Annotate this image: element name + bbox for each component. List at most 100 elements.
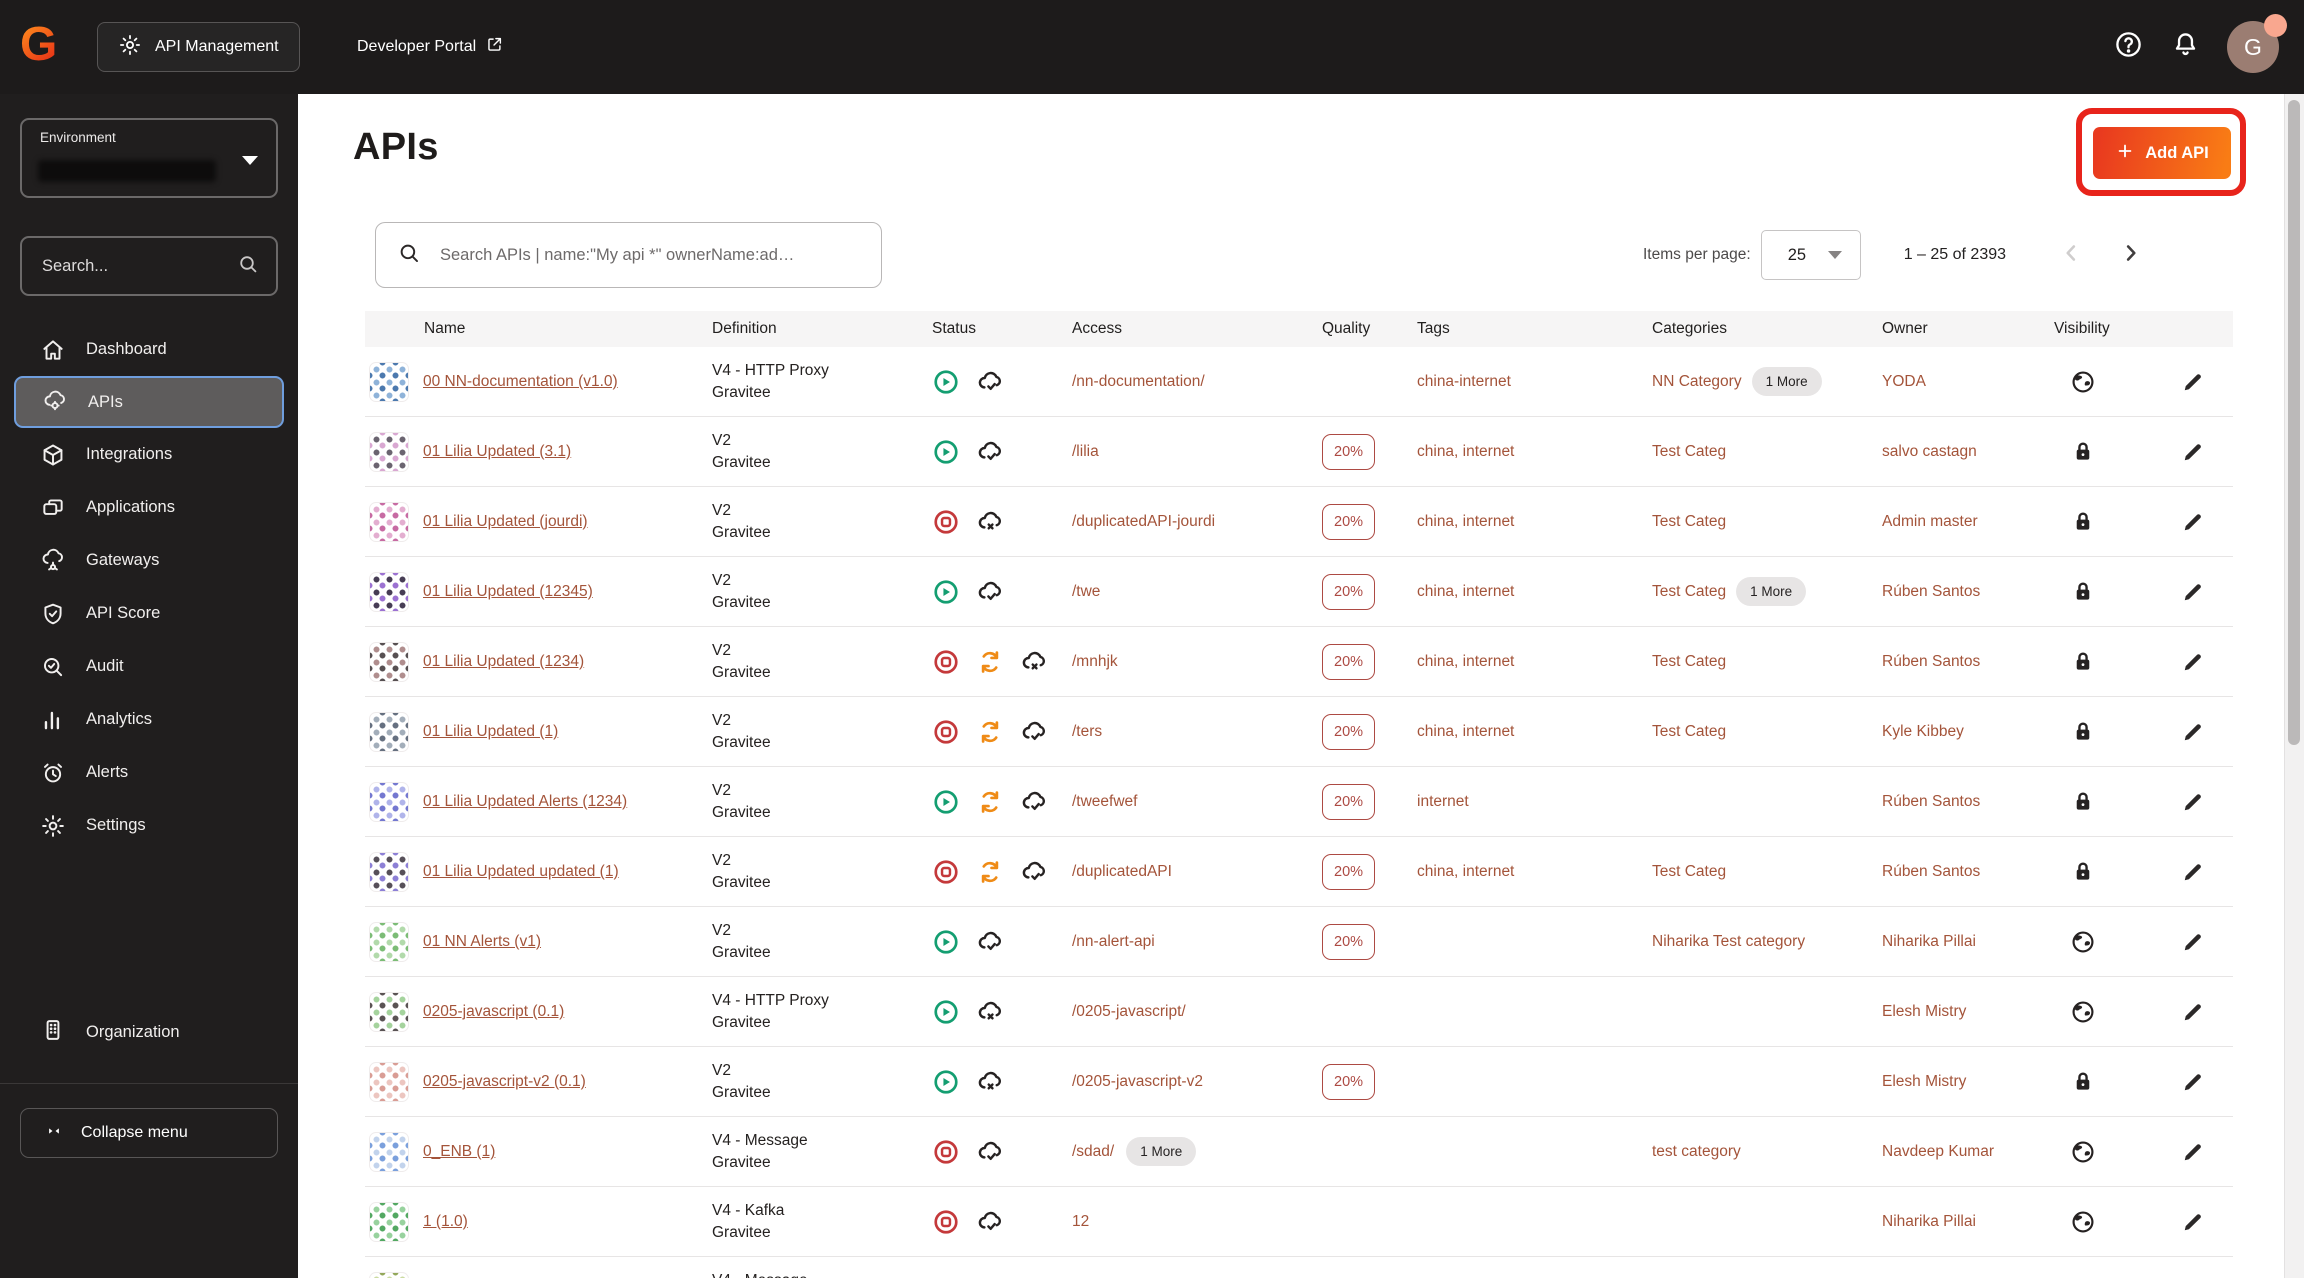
- api-name-link[interactable]: 01 Lilia Updated (1234): [423, 651, 584, 672]
- chevron-down-icon: [242, 156, 258, 165]
- owner-cell: [1870, 1257, 2040, 1278]
- access-path: /0205-javascript/: [1072, 1002, 1186, 1020]
- api-name-link[interactable]: 0_ENB (1): [423, 1141, 495, 1162]
- sidebar-search-input[interactable]: [40, 255, 236, 277]
- definition-version: V4 - Message: [712, 1131, 808, 1149]
- app-switcher-button[interactable]: API Management: [97, 22, 300, 72]
- api-row[interactable]: 01 Lilia Updated (1234) V2 Gravitee/mnhjk 2…: [365, 627, 2233, 697]
- sidebar-item-apis[interactable]: APIs: [14, 376, 284, 428]
- api-name-link[interactable]: 01 Lilia Updated (1): [423, 721, 558, 742]
- more-chip[interactable]: 1 More: [1736, 577, 1807, 606]
- api-avatar: [369, 501, 409, 542]
- user-avatar[interactable]: G: [2227, 14, 2287, 73]
- sidebar-item-api-score[interactable]: API Score: [0, 587, 298, 640]
- edit-button[interactable]: [2180, 1139, 2206, 1165]
- scrollbar-thumb[interactable]: [2288, 100, 2300, 745]
- owner-cell: Rúben Santos: [1870, 627, 2040, 696]
- api-row[interactable]: 01 Lilia Updated (jourdi) V2 Gravitee/dupl…: [365, 487, 2233, 557]
- add-api-button[interactable]: Add API: [2093, 127, 2231, 179]
- help-button[interactable]: [2113, 29, 2144, 65]
- collapse-menu-button[interactable]: Collapse menu: [20, 1108, 278, 1158]
- api-name-link[interactable]: 00 NN-documentation (v1.0): [423, 371, 618, 392]
- api-name-link[interactable]: 0205-javascript-v2 (0.1): [423, 1071, 586, 1092]
- api-row[interactable]: 1 (1.0) V4 - Kafka Gravitee 12 Niharika Pill…: [365, 1187, 2233, 1257]
- edit-button[interactable]: [2180, 579, 2206, 605]
- sidebar-item-settings[interactable]: Settings: [0, 799, 298, 852]
- actions-cell: [2130, 907, 2233, 976]
- gravitee-logo[interactable]: G: [20, 16, 57, 74]
- tags-cell: china, internet: [1405, 697, 1640, 766]
- edit-button[interactable]: [2180, 719, 2206, 745]
- api-name-link[interactable]: 0205-javascript (0.1): [423, 1001, 564, 1022]
- sidebar-item-dashboard[interactable]: Dashboard: [0, 323, 298, 376]
- status-cell: [920, 1047, 1060, 1116]
- sidebar-item-gateways[interactable]: Gateways: [0, 534, 298, 587]
- visibility-cell: [2040, 1047, 2130, 1116]
- environment-selector[interactable]: Environment: [20, 118, 278, 198]
- categories-text: Test Categ: [1652, 862, 1727, 880]
- api-search-input[interactable]: [438, 244, 865, 266]
- edit-button[interactable]: [2180, 509, 2206, 535]
- api-name-link[interactable]: 1 (1.0): [423, 1211, 468, 1232]
- access-path: /duplicatedAPI-jourdi: [1072, 512, 1216, 530]
- sidebar-item-analytics[interactable]: Analytics: [0, 693, 298, 746]
- api-row[interactable]: 01 Lilia Updated (3.1) V2 Gravitee/lilia 20…: [365, 417, 2233, 487]
- api-name-link[interactable]: 01 Lilia Updated (jourdi): [423, 511, 588, 532]
- items-per-page-select[interactable]: 25: [1760, 230, 1861, 280]
- edit-button[interactable]: [2180, 1069, 2206, 1095]
- categories-text: Test Categ: [1652, 652, 1727, 670]
- stop-icon: [932, 1138, 960, 1166]
- search-icon-slot: [396, 240, 422, 271]
- api-name-link[interactable]: 01 Lilia Updated (12345): [423, 581, 593, 602]
- api-row[interactable]: 0205-javascript (0.1) V4 - HTTP Proxy Grav…: [365, 977, 2233, 1047]
- apis-table: Name Definition Status Access Quality Tags Cat…: [365, 311, 2233, 1278]
- edit-button[interactable]: [2180, 999, 2206, 1025]
- pencil-icon: [2180, 579, 2206, 605]
- api-row[interactable]: 01 Lilia Updated updated (1) V2 Gravitee/d…: [365, 837, 2233, 907]
- api-name-link[interactable]: 01 Lilia Updated Alerts (1234): [423, 791, 627, 812]
- sidebar-item-alerts[interactable]: Alerts: [0, 746, 298, 799]
- sidebar-search[interactable]: [20, 236, 278, 296]
- page-scrollbar[interactable]: [2284, 94, 2304, 1278]
- api-row[interactable]: 0_ENB (1) V4 - Message Gravitee/sdad/1 Mor…: [365, 1117, 2233, 1187]
- api-row[interactable]: 01 Lilia Updated (1) V2 Gravitee/ters 20% ch…: [365, 697, 2233, 767]
- api-row[interactable]: 0205-javascript-v2 (0.1) V2 Gravitee/0205-…: [365, 1047, 2233, 1117]
- name-cell: 01 Lilia Updated Alerts (1234): [365, 767, 700, 836]
- sidebar-item-organization[interactable]: Organization: [0, 1006, 298, 1059]
- sidebar-item-integrations[interactable]: Integrations: [0, 428, 298, 481]
- owner-name: Admin master: [1882, 512, 1978, 530]
- more-chip[interactable]: 1 More: [1126, 1137, 1197, 1166]
- plus-icon: [2115, 141, 2135, 161]
- api-row[interactable]: 01 Lilia Updated (12345) V2 Gravitee/twe 20…: [365, 557, 2233, 627]
- definition-engine: Gravitee: [712, 453, 771, 471]
- api-search[interactable]: [375, 222, 882, 288]
- developer-portal-link[interactable]: Developer Portal: [357, 0, 504, 94]
- api-row[interactable]: 00 NN-documentation (v1.0) V4 - HTTP Prox…: [365, 347, 2233, 417]
- api-row[interactable]: V4 - MessageGravitee: [365, 1257, 2233, 1278]
- quality-badge: 20%: [1322, 713, 1376, 750]
- api-name-link[interactable]: 01 Lilia Updated (3.1): [423, 441, 571, 462]
- status-cell: [920, 1187, 1060, 1256]
- edit-button[interactable]: [2180, 649, 2206, 675]
- sidebar-item-label: Audit: [86, 657, 124, 675]
- api-row[interactable]: 01 Lilia Updated Alerts (1234) V2 Gravitee…: [365, 767, 2233, 837]
- edit-button[interactable]: [2180, 929, 2206, 955]
- api-name-link[interactable]: 01 NN Alerts (v1): [423, 931, 541, 952]
- api-row[interactable]: 01 NN Alerts (v1) V2 Gravitee/nn-alert-api…: [365, 907, 2233, 977]
- tags-text: china, internet: [1417, 862, 1515, 880]
- notifications-button[interactable]: [2170, 29, 2201, 65]
- edit-button[interactable]: [2180, 369, 2206, 395]
- edit-button[interactable]: [2180, 789, 2206, 815]
- categories-cell: [1640, 1047, 1870, 1116]
- edit-button[interactable]: [2180, 439, 2206, 465]
- edit-button[interactable]: [2180, 1209, 2206, 1235]
- edit-button[interactable]: [2180, 859, 2206, 885]
- owner-cell: Rúben Santos: [1870, 837, 2040, 906]
- access-cell: [1060, 1257, 1310, 1278]
- more-chip[interactable]: 1 More: [1751, 367, 1822, 396]
- api-name-link[interactable]: 01 Lilia Updated updated (1): [423, 861, 619, 882]
- sidebar-item-audit[interactable]: Audit: [0, 640, 298, 693]
- next-page-button[interactable]: [2118, 240, 2144, 271]
- pencil-icon: [2180, 719, 2206, 745]
- sidebar-item-applications[interactable]: Applications: [0, 481, 298, 534]
